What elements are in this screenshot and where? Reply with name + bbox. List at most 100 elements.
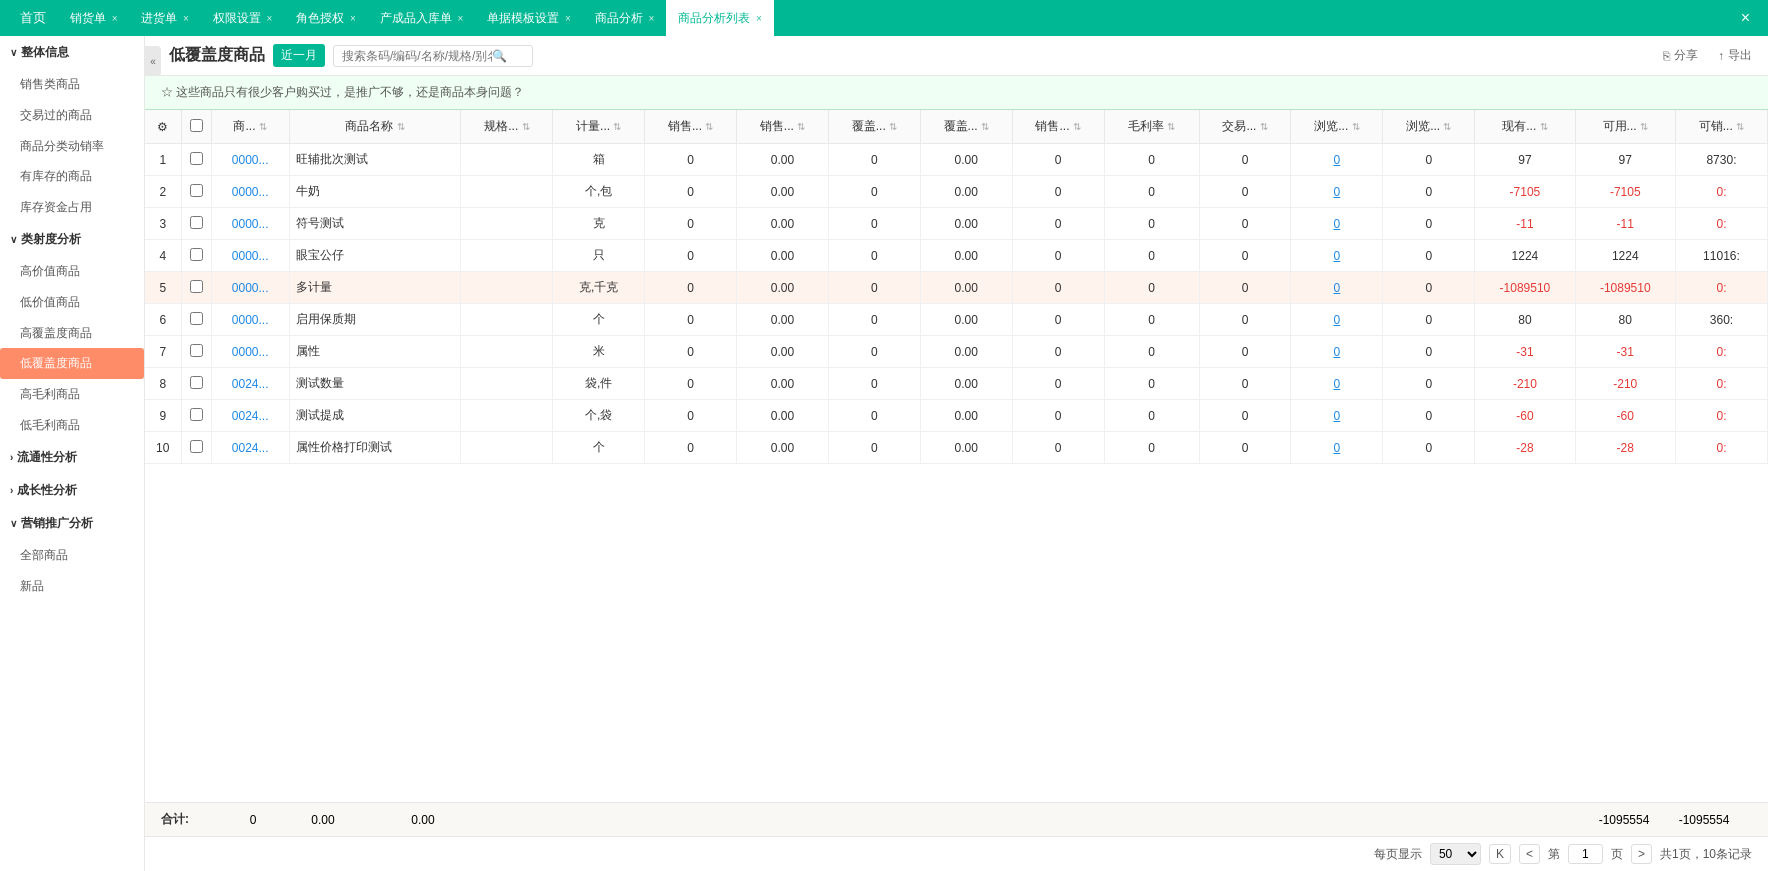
cell-checkbox[interactable] <box>181 368 211 400</box>
cell-gross: 0 <box>1104 336 1199 368</box>
row-checkbox[interactable] <box>190 312 203 325</box>
cell-browse1[interactable]: 0 <box>1291 400 1383 432</box>
col-settings[interactable]: ⚙ <box>145 110 181 144</box>
table-row: 5 0000... 多计量 克,千克 0 0.00 0 0.00 0 0 0 0… <box>145 272 1768 304</box>
search-icon[interactable]: 🔍 <box>492 49 507 63</box>
nav-templates[interactable]: 单据模板设置 × <box>475 0 582 36</box>
nav-sales[interactable]: 销货单 × <box>58 0 129 36</box>
nav-purchase[interactable]: 进货单 × <box>129 0 200 36</box>
cell-checkbox[interactable] <box>181 400 211 432</box>
cell-browse1[interactable]: 0 <box>1291 304 1383 336</box>
cell-browse2: 0 <box>1383 240 1475 272</box>
cell-browse1[interactable]: 0 <box>1291 176 1383 208</box>
row-checkbox[interactable] <box>190 280 203 293</box>
cell-name: 旺辅批次测试 <box>289 144 461 176</box>
sidebar-item-high-value[interactable]: 高价值商品 <box>0 256 144 287</box>
row-checkbox[interactable] <box>190 248 203 261</box>
sidebar-section-marketing[interactable]: ∨ 营销推广分析 <box>0 507 144 540</box>
nav-close-templates[interactable]: × <box>565 13 571 24</box>
cell-saleable: 0: <box>1675 272 1767 304</box>
nav-close-sales[interactable]: × <box>112 13 118 24</box>
cell-cover2: 0.00 <box>920 336 1012 368</box>
top-nav: 首页 销货单 × 进货单 × 权限设置 × 角色授权 × 产成品入库单 × 单据… <box>0 0 1768 36</box>
per-page-select[interactable]: 50 100 <box>1430 843 1481 865</box>
cell-no: 7 <box>145 336 181 368</box>
share-icon: ⎘ <box>1663 49 1670 63</box>
cell-checkbox[interactable] <box>181 144 211 176</box>
row-checkbox[interactable] <box>190 408 203 421</box>
nav-home[interactable]: 首页 <box>8 0 58 36</box>
sidebar-item-high-coverage[interactable]: 高覆盖度商品 <box>0 318 144 349</box>
row-checkbox[interactable] <box>190 440 203 453</box>
col-cover2: 覆盖... ⇅ <box>920 110 1012 144</box>
cell-checkbox[interactable] <box>181 240 211 272</box>
cell-browse1[interactable]: 0 <box>1291 336 1383 368</box>
sidebar-section-liquidity[interactable]: › 流通性分析 <box>0 441 144 474</box>
cell-trans: 0 <box>1199 432 1291 464</box>
search-input[interactable] <box>342 49 492 63</box>
cell-name: 测试数量 <box>289 368 461 400</box>
nav-close-purchase[interactable]: × <box>183 13 189 24</box>
nav-product-analysis[interactable]: 商品分析 × <box>583 0 666 36</box>
select-all-checkbox[interactable] <box>190 119 203 132</box>
nav-product-analysis-list[interactable]: 商品分析列表 × <box>666 0 773 36</box>
table-container: ⚙ 商... ⇅ 商品名称 ⇅ 规格... ⇅ 计量... ⇅ 销售... ⇅ … <box>145 110 1768 802</box>
sidebar-item-stock-funds[interactable]: 库存资金占用 <box>0 192 144 223</box>
first-page-button[interactable]: K <box>1489 844 1511 864</box>
cell-browse1[interactable]: 0 <box>1291 368 1383 400</box>
nav-close-finished[interactable]: × <box>458 13 464 24</box>
sidebar-section-growth[interactable]: › 成长性分析 <box>0 474 144 507</box>
cell-checkbox[interactable] <box>181 208 211 240</box>
share-button[interactable]: ⎘ 分享 <box>1663 47 1698 64</box>
period-button[interactable]: 近一月 <box>273 44 325 67</box>
col-sales2: 销售... ⇅ <box>737 110 829 144</box>
nav-permissions[interactable]: 权限设置 × <box>201 0 284 36</box>
search-box[interactable]: 🔍 <box>333 45 533 67</box>
cell-browse1[interactable]: 0 <box>1291 240 1383 272</box>
row-checkbox[interactable] <box>190 376 203 389</box>
cell-name: 多计量 <box>289 272 461 304</box>
row-checkbox[interactable] <box>190 152 203 165</box>
cell-browse1[interactable]: 0 <box>1291 272 1383 304</box>
cell-checkbox[interactable] <box>181 432 211 464</box>
cell-browse1[interactable]: 0 <box>1291 432 1383 464</box>
sidebar-item-low-coverage[interactable]: 低覆盖度商品 <box>0 348 144 379</box>
row-checkbox[interactable] <box>190 344 203 357</box>
next-page-button[interactable]: > <box>1631 844 1652 864</box>
cell-checkbox[interactable] <box>181 272 211 304</box>
sidebar-section-coverage[interactable]: ∨ 类射度分析 <box>0 223 144 256</box>
sidebar-item-low-value[interactable]: 低价值商品 <box>0 287 144 318</box>
export-button[interactable]: ↑ 导出 <box>1718 47 1752 64</box>
cell-sales1: 0 <box>645 144 737 176</box>
cell-browse1[interactable]: 0 <box>1291 144 1383 176</box>
cell-gross: 0 <box>1104 400 1199 432</box>
sidebar-section-overall[interactable]: ∨ 整体信息 <box>0 36 144 69</box>
sidebar-item-in-stock[interactable]: 有库存的商品 <box>0 161 144 192</box>
cell-checkbox[interactable] <box>181 336 211 368</box>
sidebar-item-low-margin[interactable]: 低毛利商品 <box>0 410 144 441</box>
cell-browse1[interactable]: 0 <box>1291 208 1383 240</box>
nav-close-roles[interactable]: × <box>350 13 356 24</box>
export-icon: ↑ <box>1718 49 1724 63</box>
window-close-button[interactable]: × <box>1731 9 1760 27</box>
chevron-down-icon-3: ∨ <box>10 518 17 529</box>
nav-finished-goods[interactable]: 产成品入库单 × <box>368 0 475 36</box>
row-checkbox[interactable] <box>190 216 203 229</box>
sidebar-collapse-button[interactable]: « <box>145 46 161 76</box>
cell-checkbox[interactable] <box>181 304 211 336</box>
sidebar-item-traded-goods[interactable]: 交易过的商品 <box>0 100 144 131</box>
sidebar-item-new-goods[interactable]: 新品 <box>0 571 144 602</box>
nav-close-product-analysis[interactable]: × <box>648 13 654 24</box>
row-checkbox[interactable] <box>190 184 203 197</box>
sidebar-item-high-margin[interactable]: 高毛利商品 <box>0 379 144 410</box>
page-input[interactable] <box>1568 844 1603 864</box>
cell-checkbox[interactable] <box>181 176 211 208</box>
sidebar-item-category-rate[interactable]: 商品分类动销率 <box>0 131 144 162</box>
sidebar-item-all-goods[interactable]: 全部商品 <box>0 540 144 571</box>
col-gross: 毛利率 ⇅ <box>1104 110 1199 144</box>
prev-page-button[interactable]: < <box>1519 844 1540 864</box>
nav-close-list[interactable]: × <box>756 13 762 24</box>
nav-close-permissions[interactable]: × <box>267 13 273 24</box>
nav-roles[interactable]: 角色授权 × <box>284 0 367 36</box>
sidebar-item-sales-goods[interactable]: 销售类商品 <box>0 69 144 100</box>
